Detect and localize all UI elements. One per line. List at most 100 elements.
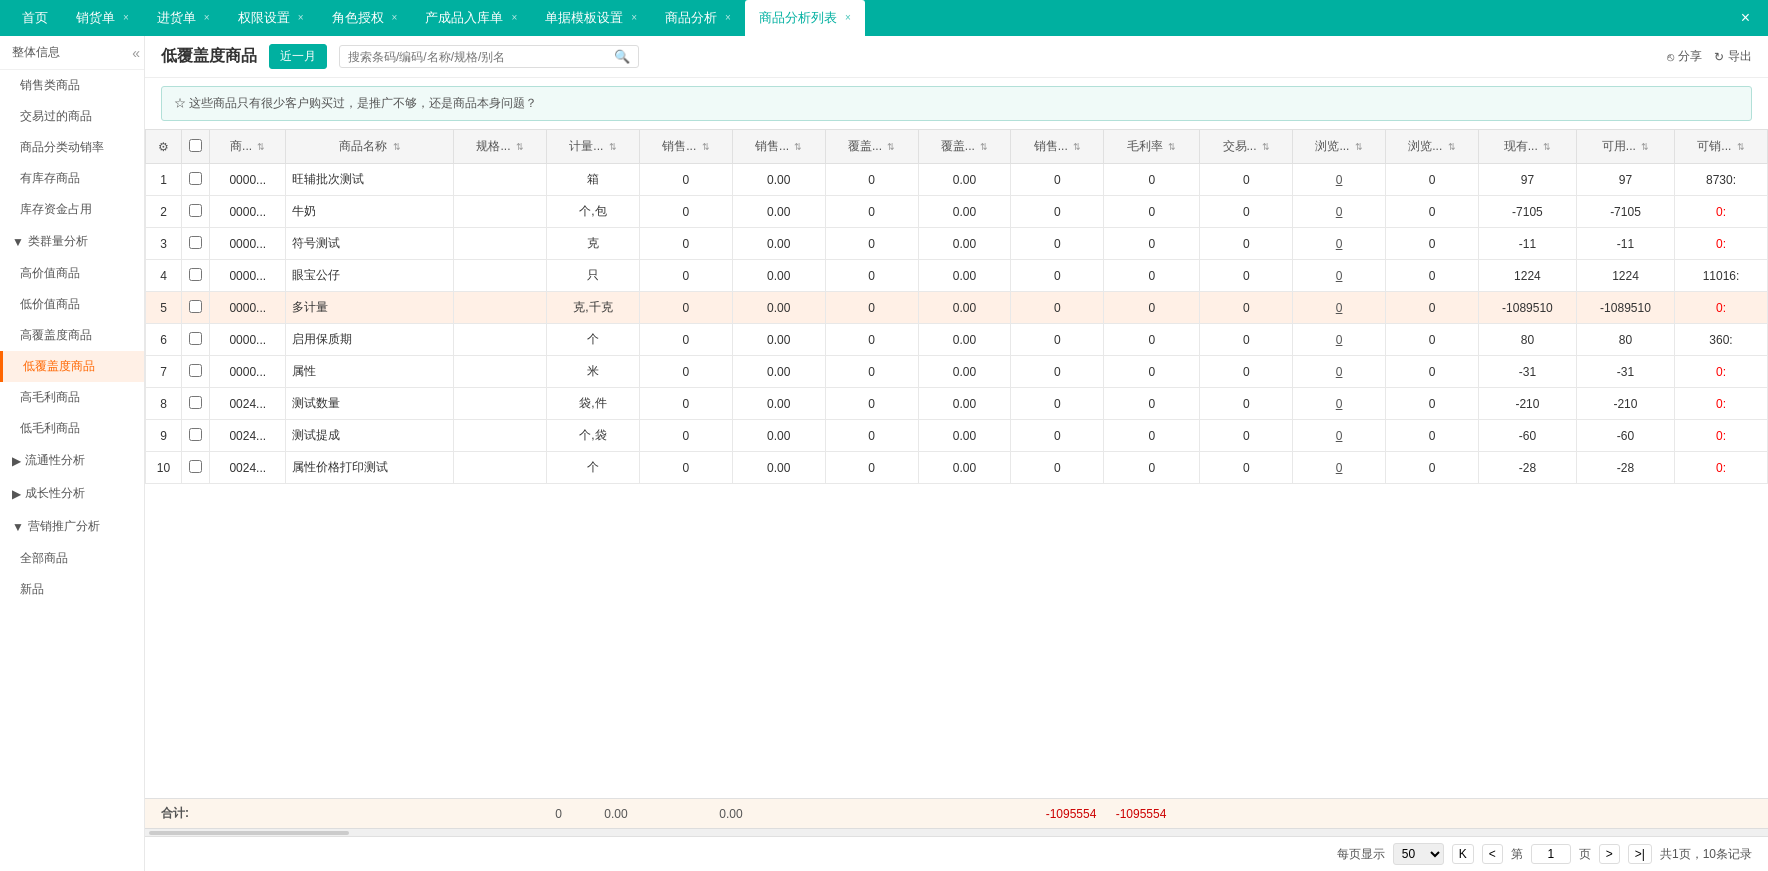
- row-checkbox[interactable]: [182, 452, 210, 484]
- page-number-input[interactable]: [1531, 844, 1571, 864]
- row-browse1[interactable]: 0: [1293, 196, 1386, 228]
- row-select-checkbox[interactable]: [189, 428, 202, 441]
- sidebar-item-low-value[interactable]: 低价值商品: [0, 289, 144, 320]
- window-close-button[interactable]: ×: [1731, 9, 1760, 27]
- table-container[interactable]: ⚙ 商... ⇅ 商品名称 ⇅: [145, 129, 1768, 798]
- col-coverage2[interactable]: 覆盖... ⇅: [918, 130, 1011, 164]
- row-select-checkbox[interactable]: [189, 364, 202, 377]
- nav-role[interactable]: 角色授权 ×: [318, 0, 412, 36]
- nav-product-in[interactable]: 产成品入库单 ×: [411, 0, 531, 36]
- sidebar-group-growth[interactable]: ▶ 成长性分析: [0, 477, 144, 510]
- page-size-select[interactable]: 50 20 100 200: [1393, 843, 1444, 865]
- time-filter-btn[interactable]: 近一月: [269, 44, 327, 69]
- sidebar-group-cluster[interactable]: ▼ 类群量分析: [0, 225, 144, 258]
- last-page-button[interactable]: >|: [1628, 844, 1652, 864]
- row-checkbox[interactable]: [182, 324, 210, 356]
- col-name[interactable]: 商品名称 ⇅: [286, 130, 454, 164]
- row-select-checkbox[interactable]: [189, 268, 202, 281]
- row-select-checkbox[interactable]: [189, 236, 202, 249]
- row-checkbox[interactable]: [182, 420, 210, 452]
- row-browse1[interactable]: 0: [1293, 292, 1386, 324]
- col-checkbox[interactable]: [182, 130, 210, 164]
- col-settings[interactable]: ⚙: [146, 130, 182, 164]
- row-checkbox[interactable]: [182, 388, 210, 420]
- col-unit[interactable]: 计量... ⇅: [547, 130, 640, 164]
- row-select-checkbox[interactable]: [189, 172, 202, 185]
- row-select-checkbox[interactable]: [189, 300, 202, 313]
- col-coverage1[interactable]: 覆盖... ⇅: [825, 130, 918, 164]
- nav-template[interactable]: 单据模板设置 ×: [531, 0, 651, 36]
- sidebar-collapse-button[interactable]: «: [132, 45, 140, 61]
- col-saleable[interactable]: 可销... ⇅: [1675, 130, 1768, 164]
- row-checkbox[interactable]: [182, 260, 210, 292]
- close-icon[interactable]: ×: [123, 0, 129, 36]
- row-gross-margin: 0: [1104, 388, 1200, 420]
- col-available-stock[interactable]: 可用... ⇅: [1576, 130, 1674, 164]
- sidebar-item-traded-goods[interactable]: 交易过的商品: [0, 101, 144, 132]
- row-browse1[interactable]: 0: [1293, 356, 1386, 388]
- export-button[interactable]: ↻ 导出: [1714, 48, 1752, 65]
- row-browse1[interactable]: 0: [1293, 420, 1386, 452]
- nav-purchase[interactable]: 进货单 ×: [143, 0, 224, 36]
- sidebar-group-circulation[interactable]: ▶ 流通性分析: [0, 444, 144, 477]
- row-select-checkbox[interactable]: [189, 460, 202, 473]
- close-icon[interactable]: ×: [631, 0, 637, 36]
- prev-page-button[interactable]: <: [1482, 844, 1503, 864]
- row-select-checkbox[interactable]: [189, 396, 202, 409]
- sidebar-item-high-value[interactable]: 高价值商品: [0, 258, 144, 289]
- col-browse1[interactable]: 浏览... ⇅: [1293, 130, 1386, 164]
- nav-home[interactable]: 首页: [8, 0, 62, 36]
- row-select-checkbox[interactable]: [189, 204, 202, 217]
- col-code[interactable]: 商... ⇅: [210, 130, 286, 164]
- row-browse1[interactable]: 0: [1293, 260, 1386, 292]
- col-browse2[interactable]: 浏览... ⇅: [1386, 130, 1479, 164]
- row-browse1[interactable]: 0: [1293, 388, 1386, 420]
- row-checkbox[interactable]: [182, 228, 210, 260]
- row-checkbox[interactable]: [182, 164, 210, 196]
- row-browse1[interactable]: 0: [1293, 324, 1386, 356]
- col-sales-rate[interactable]: 销售... ⇅: [1011, 130, 1104, 164]
- row-sales-amt: 0.00: [732, 228, 825, 260]
- close-icon[interactable]: ×: [392, 0, 398, 36]
- nav-sales[interactable]: 销货单 ×: [62, 0, 143, 36]
- close-icon[interactable]: ×: [845, 0, 851, 36]
- sidebar-item-stock-capital[interactable]: 库存资金占用: [0, 194, 144, 225]
- col-sales-qty[interactable]: 销售... ⇅: [639, 130, 732, 164]
- sidebar-item-category-rate[interactable]: 商品分类动销率: [0, 132, 144, 163]
- nav-permission[interactable]: 权限设置 ×: [224, 0, 318, 36]
- row-browse1[interactable]: 0: [1293, 228, 1386, 260]
- sidebar-item-low-coverage[interactable]: 低覆盖度商品: [0, 351, 144, 382]
- sidebar-item-high-margin[interactable]: 高毛利商品: [0, 382, 144, 413]
- first-page-button[interactable]: K: [1452, 844, 1474, 864]
- sidebar-group-marketing[interactable]: ▼ 营销推广分析: [0, 510, 144, 543]
- row-checkbox[interactable]: [182, 196, 210, 228]
- horizontal-scrollbar[interactable]: [145, 828, 1768, 836]
- next-page-button[interactable]: >: [1599, 844, 1620, 864]
- sidebar-item-all-goods[interactable]: 全部商品: [0, 543, 144, 574]
- select-all-checkbox[interactable]: [189, 139, 202, 152]
- col-current-stock[interactable]: 现有... ⇅: [1478, 130, 1576, 164]
- nav-product-analysis[interactable]: 商品分析 ×: [651, 0, 745, 36]
- sidebar-item-sales-goods[interactable]: 销售类商品: [0, 70, 144, 101]
- row-checkbox[interactable]: [182, 356, 210, 388]
- close-icon[interactable]: ×: [725, 0, 731, 36]
- row-select-checkbox[interactable]: [189, 332, 202, 345]
- sidebar-item-stock-goods[interactable]: 有库存商品: [0, 163, 144, 194]
- row-browse1[interactable]: 0: [1293, 164, 1386, 196]
- row-browse1[interactable]: 0: [1293, 452, 1386, 484]
- close-icon[interactable]: ×: [204, 0, 210, 36]
- row-checkbox[interactable]: [182, 292, 210, 324]
- col-spec[interactable]: 规格... ⇅: [454, 130, 547, 164]
- sidebar-item-low-margin[interactable]: 低毛利商品: [0, 413, 144, 444]
- sidebar-item-new-goods[interactable]: 新品: [0, 574, 144, 605]
- close-icon[interactable]: ×: [298, 0, 304, 36]
- close-icon[interactable]: ×: [511, 0, 517, 36]
- col-trade[interactable]: 交易... ⇅: [1200, 130, 1293, 164]
- search-input[interactable]: [348, 50, 610, 64]
- share-button[interactable]: ⎋ 分享: [1667, 48, 1702, 65]
- sort-icon: ⇅: [257, 142, 265, 152]
- col-sales-amt[interactable]: 销售... ⇅: [732, 130, 825, 164]
- sidebar-item-high-coverage[interactable]: 高覆盖度商品: [0, 320, 144, 351]
- nav-product-analysis-list[interactable]: 商品分析列表 ×: [745, 0, 865, 36]
- col-gross-margin[interactable]: 毛利率 ⇅: [1104, 130, 1200, 164]
